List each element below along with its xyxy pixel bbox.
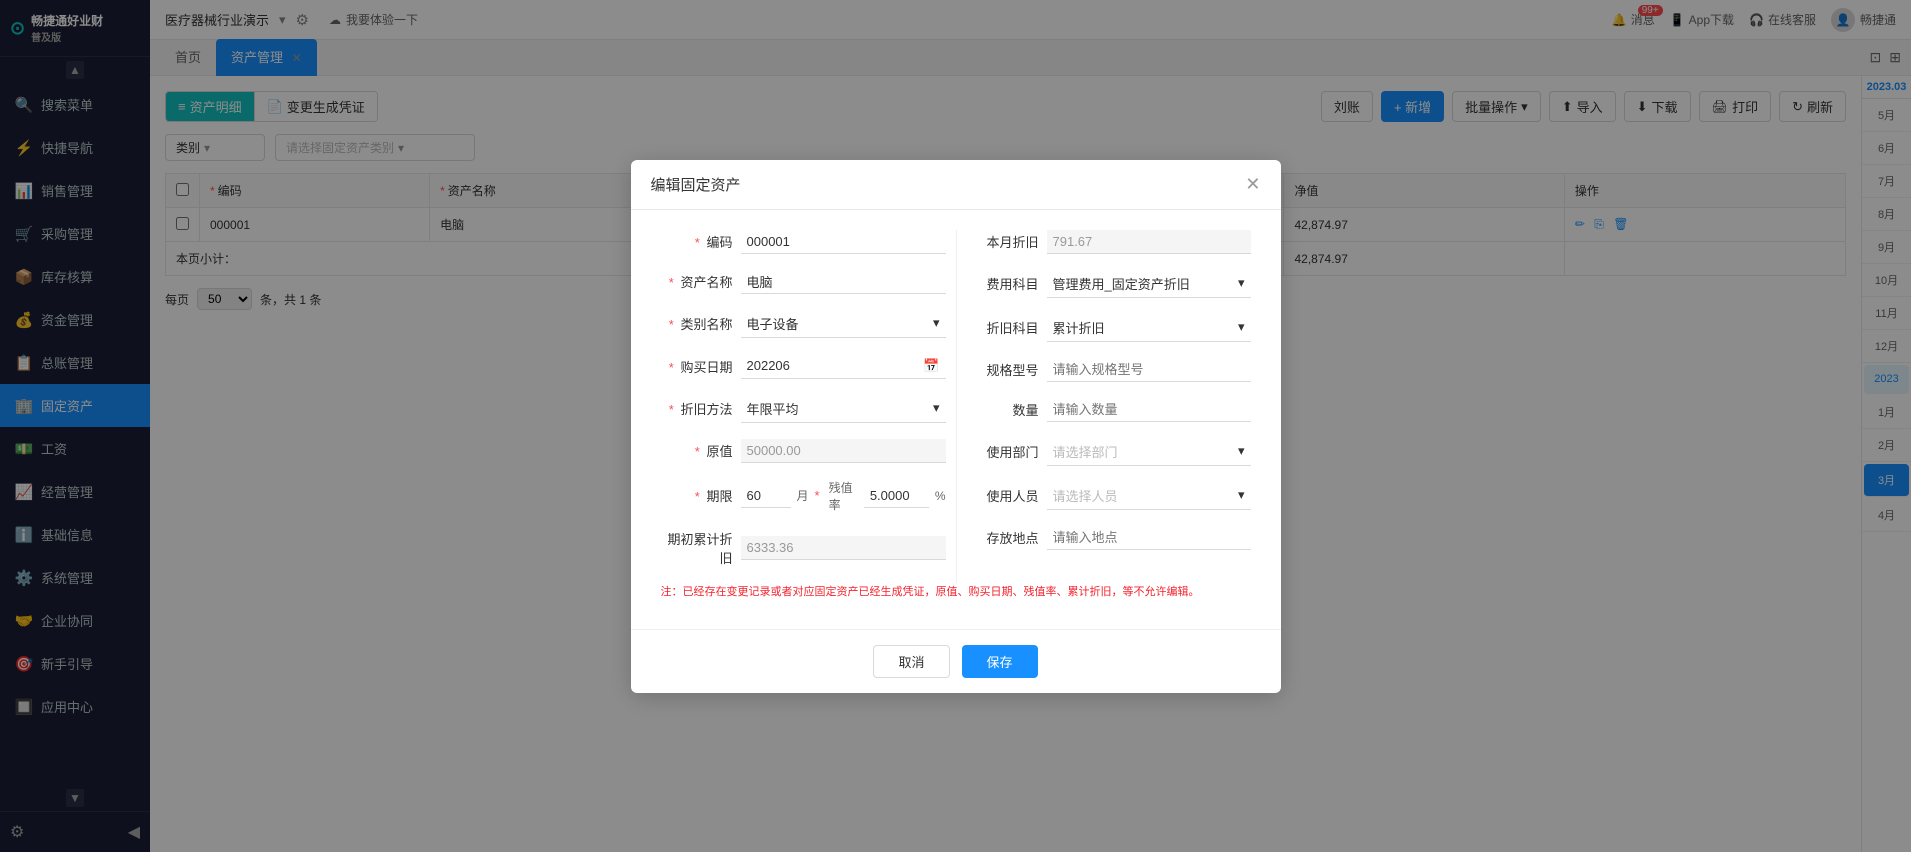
- user-label: 使用人员: [967, 486, 1047, 505]
- name-label: * 资产名称: [661, 272, 741, 291]
- modal-overlay: 编辑固定资产 ✕ * 编码: [0, 0, 1911, 852]
- form-row-expense-account: 费用科目 管理费用_固定资产折旧 ▾: [957, 270, 1261, 298]
- original-value-input[interactable]: [741, 439, 946, 463]
- location-label: 存放地点: [967, 528, 1047, 547]
- residual-rate-label: 残值率: [829, 479, 858, 513]
- modal-right-column: 本月折旧 费用科目 管理费用_固定资产折旧 ▾: [956, 230, 1261, 583]
- form-row-period: * 期限 月 * 残值率 %: [651, 479, 956, 513]
- category-select[interactable]: 电子设备 ▾: [741, 310, 946, 338]
- form-row-original-value: * 原值: [651, 439, 956, 463]
- dept-select[interactable]: 请选择部门 ▾: [1047, 438, 1251, 466]
- form-row-dep-account: 折旧科目 累计折旧 ▾: [957, 314, 1261, 342]
- location-input[interactable]: [1047, 526, 1251, 550]
- dep-account-label: 折旧科目: [967, 318, 1047, 337]
- dep-account-select[interactable]: 累计折旧 ▾: [1047, 314, 1251, 342]
- modal-note: 注：已经存在变更记录或者对应固定资产已经生成凭证，原值、购买日期、残值率、累计折…: [651, 583, 1261, 609]
- form-row-quantity: 数量: [957, 398, 1261, 422]
- dept-label: 使用部门: [967, 442, 1047, 461]
- form-row-depreciation-method: * 折旧方法 年限平均 ▾: [651, 395, 956, 423]
- category-label: * 类别名称: [661, 314, 741, 333]
- form-row-dept: 使用部门 请选择部门 ▾: [957, 438, 1261, 466]
- residual-rate-unit: %: [935, 489, 946, 503]
- spec-label: 规格型号: [967, 360, 1047, 379]
- form-row-location: 存放地点: [957, 526, 1261, 550]
- modal-footer: 取消 保存: [631, 629, 1281, 693]
- method-dropdown-icon: ▾: [933, 400, 940, 416]
- initial-accumulated-input[interactable]: [741, 536, 946, 560]
- purchase-date-label: * 购买日期: [661, 357, 741, 376]
- save-button[interactable]: 保存: [962, 645, 1038, 678]
- form-row-code: * 编码: [651, 230, 956, 254]
- user-select[interactable]: 请选择人员 ▾: [1047, 482, 1251, 510]
- period-input[interactable]: [741, 484, 791, 508]
- dep-dropdown-icon: ▾: [1238, 319, 1245, 335]
- dept-dropdown-icon: ▾: [1238, 443, 1245, 459]
- calendar-icon: 📅: [923, 358, 939, 374]
- form-row-name: * 资产名称: [651, 270, 956, 294]
- select-dropdown-icon: ▾: [933, 315, 940, 331]
- original-value-label: * 原值: [661, 441, 741, 460]
- spec-input[interactable]: [1047, 358, 1251, 382]
- purchase-date-input[interactable]: 202206 📅: [741, 354, 946, 379]
- depreciation-method-label: * 折旧方法: [661, 399, 741, 418]
- form-row-monthly-dep: 本月折旧: [957, 230, 1261, 254]
- cancel-button[interactable]: 取消: [873, 645, 949, 678]
- initial-accumulated-label: 期初累计折旧: [661, 529, 741, 567]
- expense-dropdown-icon: ▾: [1238, 275, 1245, 291]
- quantity-label: 数量: [967, 400, 1047, 419]
- name-input[interactable]: [741, 270, 946, 294]
- modal-left-column: * 编码 * 资产名称: [651, 230, 956, 583]
- quantity-input[interactable]: [1047, 398, 1251, 422]
- monthly-dep-label: 本月折旧: [967, 232, 1047, 251]
- form-row-purchase-date: * 购买日期 202206 📅: [651, 354, 956, 379]
- code-label: * 编码: [661, 232, 741, 251]
- modal-header: 编辑固定资产 ✕: [631, 160, 1281, 210]
- form-row-user: 使用人员 请选择人员 ▾: [957, 482, 1261, 510]
- modal-body: * 编码 * 资产名称: [631, 210, 1281, 629]
- edit-fixed-asset-modal: 编辑固定资产 ✕ * 编码: [631, 160, 1281, 693]
- depreciation-method-select[interactable]: 年限平均 ▾: [741, 395, 946, 423]
- form-row-spec: 规格型号: [957, 358, 1261, 382]
- expense-account-label: 费用科目: [967, 274, 1047, 293]
- period-label: * 期限: [661, 486, 741, 505]
- form-row-category: * 类别名称 电子设备 ▾: [651, 310, 956, 338]
- dept-placeholder: 请选择部门: [1053, 442, 1118, 461]
- code-input[interactable]: [741, 230, 946, 254]
- residual-rate-input[interactable]: [864, 484, 929, 508]
- expense-account-select[interactable]: 管理费用_固定资产折旧 ▾: [1047, 270, 1251, 298]
- modal-close-btn[interactable]: ✕: [1245, 174, 1260, 195]
- form-row-initial-accumulated: 期初累计折旧: [651, 529, 956, 567]
- user-placeholder: 请选择人员: [1053, 486, 1118, 505]
- modal-title: 编辑固定资产: [651, 174, 741, 195]
- monthly-dep-input[interactable]: [1047, 230, 1251, 254]
- user-dropdown-icon: ▾: [1238, 487, 1245, 503]
- period-unit: 月: [797, 487, 809, 504]
- period-group: 月 * 残值率 %: [741, 479, 946, 513]
